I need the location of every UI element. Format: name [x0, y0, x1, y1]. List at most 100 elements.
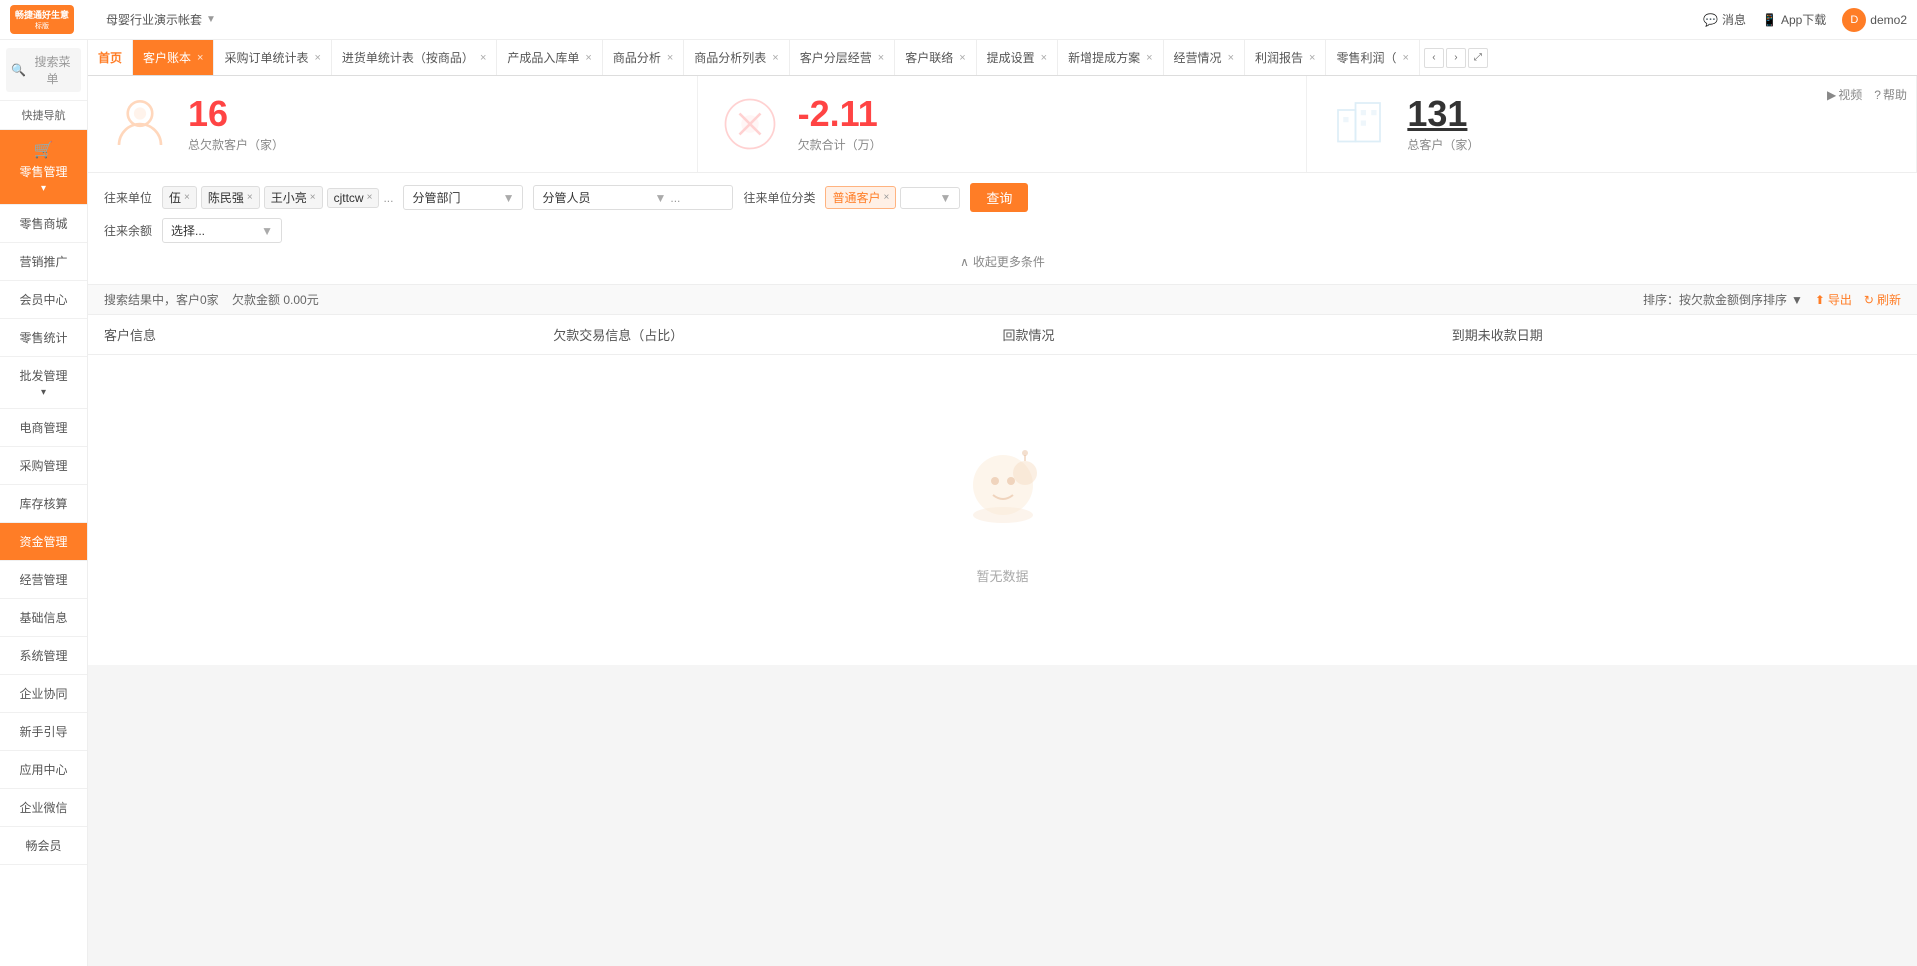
sort-selector[interactable]: 排序：按欠款金额倒序排序 ▼ — [1643, 291, 1803, 308]
sidebar-item-wholesale[interactable]: 批发管理 ▾ — [0, 357, 87, 409]
newbie-label: 新手引导 — [19, 723, 67, 740]
tab-business[interactable]: 经营情况 × — [1164, 40, 1245, 76]
search-icon: 🔍 — [11, 63, 26, 77]
tab-customer-contact[interactable]: 客户联络 × — [895, 40, 976, 76]
tab-customer-ops-close[interactable]: × — [878, 52, 884, 64]
tab-retail-profit-close[interactable]: × — [1402, 52, 1408, 64]
unit-tag-wu: 伍 × — [162, 186, 197, 209]
tab-cost-inbound[interactable]: 产成品入库单 × — [497, 40, 602, 76]
tab-arrears[interactable]: 客户账本 × — [133, 40, 214, 76]
tab-arrears-close[interactable]: × — [197, 52, 203, 64]
nav-expand-btn[interactable]: ⤢ — [1468, 48, 1488, 68]
tab-customer-ops[interactable]: 客户分层经营 × — [790, 40, 895, 76]
main-content: 16 总欠款客户（家） -2.11 欠款合计（万） — [88, 76, 1917, 966]
video-btn[interactable]: ▶ 视频 — [1827, 86, 1862, 103]
unit-tag-wang-close[interactable]: × — [310, 192, 316, 203]
wholesale-expand-icon: ▾ — [41, 387, 46, 398]
app-download-btn[interactable]: 📱 App下载 — [1762, 11, 1826, 28]
category-select[interactable]: ▼ — [900, 187, 960, 209]
tab-promotion-settings[interactable]: 提成设置 × — [977, 40, 1058, 76]
org-selector[interactable]: 母婴行业演示帐套 ▼ — [98, 11, 224, 28]
person-filter-select[interactable]: 分管人员 ▼ ... — [533, 185, 733, 210]
search-menu-btn[interactable]: 🔍 搜索菜单 — [6, 48, 81, 92]
sidebar-item-wechat[interactable]: 企业微信 — [0, 789, 87, 827]
collapse-btn[interactable]: ∧ 收起更多条件 — [104, 249, 1901, 274]
tab-home-label: 首页 — [98, 49, 122, 66]
sidebar-item-ecommerce[interactable]: 电商管理 — [0, 409, 87, 447]
avatar: D — [1842, 8, 1866, 32]
query-button[interactable]: 查询 — [970, 183, 1028, 212]
stat-info-customers: 131 总客户（家） — [1407, 96, 1479, 153]
sidebar-item-purchase[interactable]: 采购管理 — [0, 447, 87, 485]
sidebar-item-app-center[interactable]: 应用中心 — [0, 751, 87, 789]
balance-filter-select[interactable]: 选择... ▼ — [162, 218, 282, 243]
unit-tag-cj: cjttcw × — [327, 188, 380, 208]
export-label: 导出 — [1828, 291, 1852, 308]
collapse-label: 收起更多条件 — [973, 253, 1045, 270]
tab-customer-contact-close[interactable]: × — [959, 52, 965, 64]
message-icon: 💬 — [1703, 13, 1718, 27]
tab-new-promotion-close[interactable]: × — [1146, 52, 1152, 64]
top-bar: 畅捷通好生意 标版 母婴行业演示帐套 ▼ 💬 消息 📱 App下载 D demo… — [0, 0, 1917, 40]
tab-business-close[interactable]: × — [1228, 52, 1234, 64]
search-menu-label: 搜索菜单 — [29, 53, 76, 87]
sidebar-item-member[interactable]: 会员中心 — [0, 281, 87, 319]
member-label: 会员中心 — [19, 291, 67, 308]
sidebar-quick-nav[interactable]: 快捷导航 — [0, 101, 87, 130]
sidebar-item-retail[interactable]: 🛒 零售管理 ▾ — [0, 130, 87, 205]
refresh-icon: ↻ — [1864, 293, 1874, 307]
col-due-date: 到期未收款日期 — [1452, 325, 1901, 344]
unit-tags-more[interactable]: ... — [383, 191, 393, 205]
username: demo2 — [1870, 13, 1907, 27]
export-btn[interactable]: ⬆ 导出 — [1815, 291, 1852, 308]
person-more[interactable]: ... — [670, 191, 680, 205]
tab-inbound-stats-close[interactable]: × — [480, 52, 486, 64]
operations-label: 经营管理 — [19, 571, 67, 588]
sidebar-item-newbie[interactable]: 新手引导 — [0, 713, 87, 751]
nav-prev-btn[interactable]: ‹ — [1424, 48, 1444, 68]
tab-inbound-stats[interactable]: 进货单统计表（按商品） × — [332, 40, 497, 76]
help-btn[interactable]: ? 帮助 — [1874, 86, 1907, 103]
tab-goods-list[interactable]: 商品分析列表 × — [684, 40, 789, 76]
sidebar-item-inventory[interactable]: 库存核算 — [0, 485, 87, 523]
category-tag-close[interactable]: × — [883, 192, 889, 203]
sidebar-item-enterprise[interactable]: 企业协同 — [0, 675, 87, 713]
system-label: 系统管理 — [19, 647, 67, 664]
tab-purchase-order[interactable]: 采购订单统计表 × — [214, 40, 331, 76]
sidebar-item-retail-stats[interactable]: 零售统计 — [0, 319, 87, 357]
tab-promotion-settings-close[interactable]: × — [1041, 52, 1047, 64]
tab-goods-analysis[interactable]: 商品分析 × — [603, 40, 684, 76]
tab-home[interactable]: 首页 — [88, 40, 133, 76]
sidebar-item-operations[interactable]: 经营管理 — [0, 561, 87, 599]
unit-tag-wu-close[interactable]: × — [184, 192, 190, 203]
quick-nav-label: 快捷导航 — [22, 110, 66, 122]
nav-next-btn[interactable]: › — [1446, 48, 1466, 68]
user-area[interactable]: D demo2 — [1842, 8, 1907, 32]
tab-cost-inbound-close[interactable]: × — [585, 52, 591, 64]
dept-filter-select[interactable]: 分管部门 ▼ — [403, 185, 523, 210]
balance-filter-label: 往来余额 — [104, 222, 152, 239]
sidebar-item-system[interactable]: 系统管理 — [0, 637, 87, 675]
sidebar-item-retail-mall[interactable]: 零售商城 — [0, 205, 87, 243]
sidebar-item-finance[interactable]: 资金管理 — [0, 523, 87, 561]
unit-tag-chen-close[interactable]: × — [247, 192, 253, 203]
tab-goods-list-close[interactable]: × — [772, 52, 778, 64]
sidebar-item-basic-info[interactable]: 基础信息 — [0, 599, 87, 637]
table-header: 客户信息 欠款交易信息（占比） 回款情况 到期未收款日期 — [88, 315, 1917, 355]
sidebar-item-marketing[interactable]: 营销推广 — [0, 243, 87, 281]
stats-top-right: ▶ 视频 ? 帮助 — [1827, 86, 1907, 103]
tab-goods-analysis-close[interactable]: × — [667, 52, 673, 64]
tab-retail-profit-label: 零售利润（ — [1336, 49, 1396, 66]
unit-tag-cj-close[interactable]: × — [367, 192, 373, 203]
tab-profit-report[interactable]: 利润报告 × — [1245, 40, 1326, 76]
tab-purchase-order-close[interactable]: × — [314, 52, 320, 64]
tab-new-promotion[interactable]: 新增提成方案 × — [1058, 40, 1163, 76]
tab-profit-report-close[interactable]: × — [1309, 52, 1315, 64]
sidebar-item-vip[interactable]: 畅会员 — [0, 827, 87, 865]
refresh-btn[interactable]: ↻ 刷新 — [1864, 291, 1901, 308]
tab-retail-profit[interactable]: 零售利润（ × — [1326, 40, 1419, 76]
stats-row: 16 总欠款客户（家） -2.11 欠款合计（万） — [88, 76, 1917, 173]
search-result-text: 搜索结果中，客户0家 — [104, 293, 219, 307]
message-btn[interactable]: 💬 消息 — [1703, 11, 1746, 28]
help-label: 帮助 — [1883, 86, 1907, 103]
